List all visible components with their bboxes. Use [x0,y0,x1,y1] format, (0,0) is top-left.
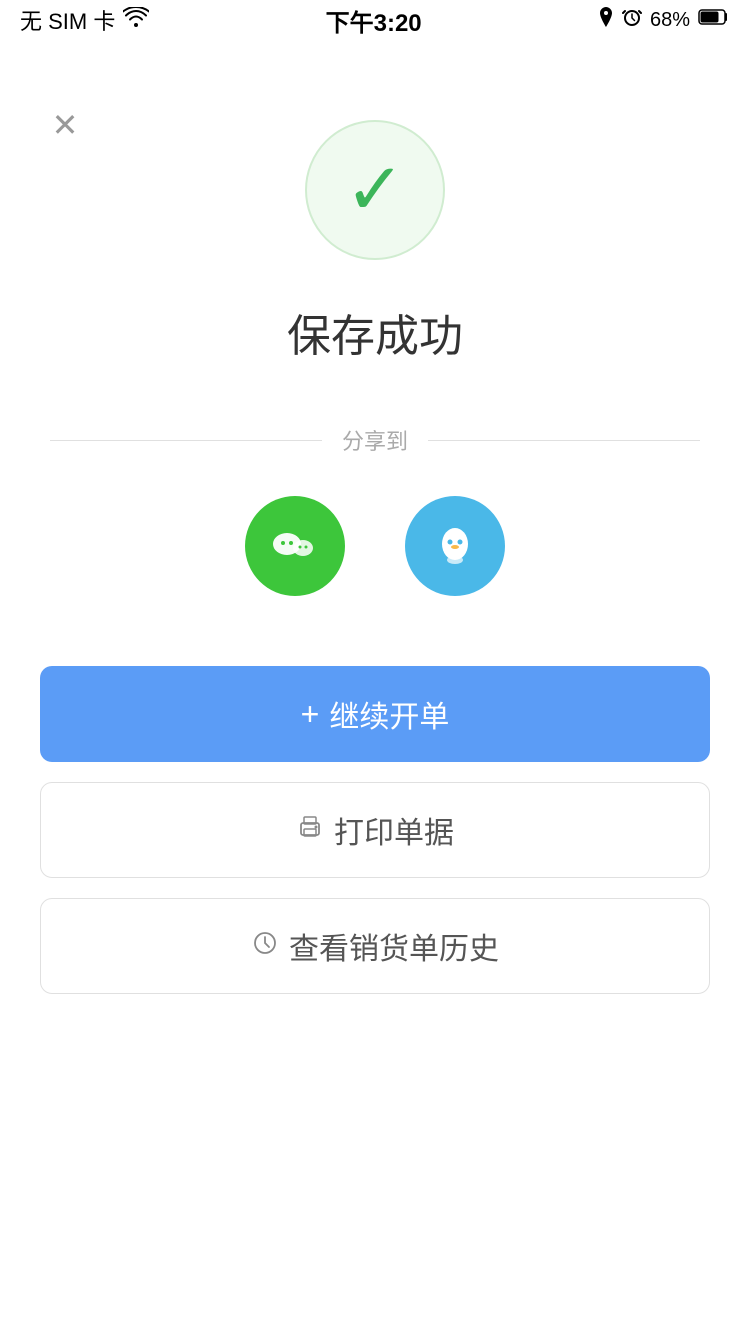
history-icon [251,929,279,964]
status-right: 68% [598,7,730,33]
no-sim-text: 无 SIM 卡 [20,4,115,36]
share-label: 分享到 [322,424,428,456]
share-divider: 分享到 [0,424,750,456]
main-content: ✕ ✓ 保存成功 分享到 [0,40,750,1334]
divider-left [50,440,322,441]
wifi-icon [123,7,149,33]
close-icon: ✕ [52,109,79,141]
share-qq-button[interactable] [405,496,505,596]
continue-button[interactable]: + 继续开单 [40,666,710,762]
share-wechat-button[interactable] [245,496,345,596]
print-icon [296,813,324,848]
plus-icon: + [301,696,320,733]
success-title: 保存成功 [287,300,463,364]
status-bar: 无 SIM 卡 下午3:20 68% [0,0,750,40]
success-icon-circle: ✓ [305,120,445,260]
location-icon [598,7,614,33]
status-time: 下午3:20 [326,3,422,38]
history-button-text: 查看销货单历史 [289,924,499,968]
print-button-text: 打印单据 [334,808,454,852]
history-button[interactable]: 查看销货单历史 [40,898,710,994]
divider-right [428,440,700,441]
close-button[interactable]: ✕ [40,100,90,150]
alarm-icon [622,7,642,33]
battery-text: 68% [650,9,690,32]
continue-button-text: 继续开单 [329,692,449,736]
checkmark-icon: ✓ [345,154,405,226]
status-left: 无 SIM 卡 [20,4,149,36]
battery-icon [698,8,730,32]
action-buttons: + 继续开单 打印单据 查看销货单历史 [0,666,750,994]
print-button[interactable]: 打印单据 [40,782,710,878]
share-icons-row [245,496,505,596]
